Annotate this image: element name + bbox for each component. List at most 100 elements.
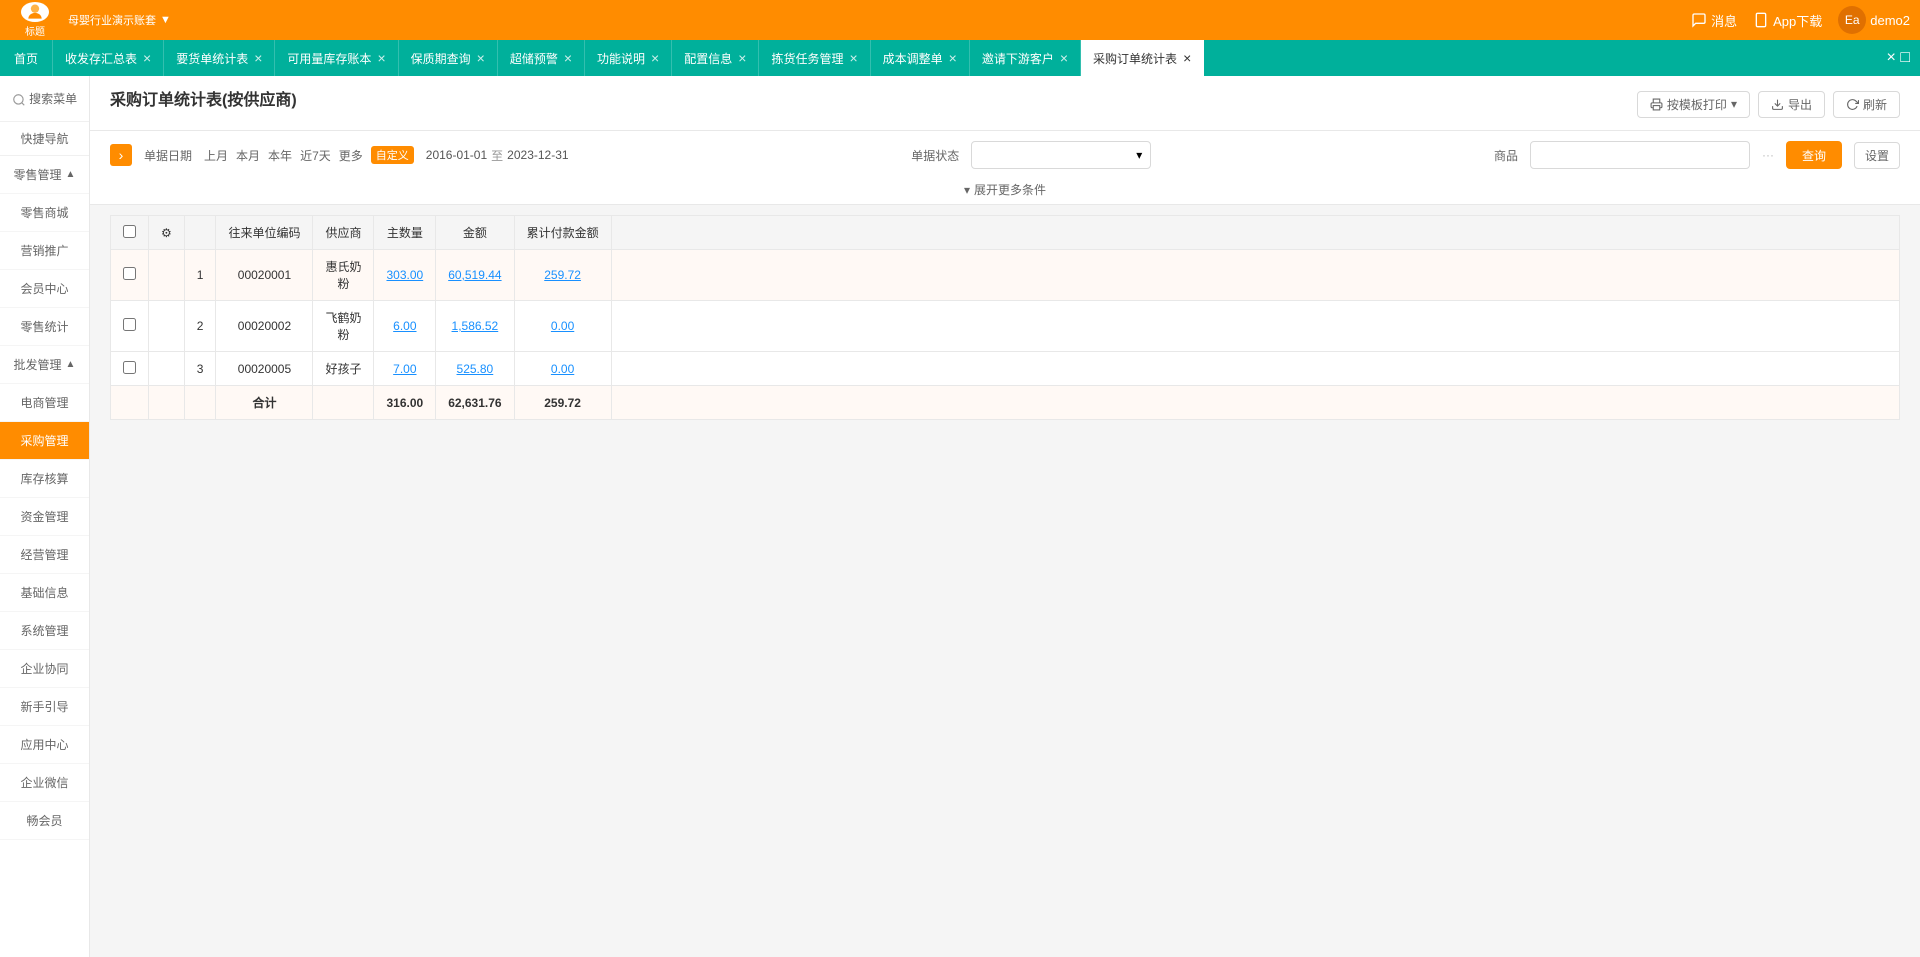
sidebar-item-lingshougaunli[interactable]: 零售管理▲ bbox=[0, 156, 89, 194]
refresh-btn[interactable]: 刷新 bbox=[1833, 91, 1900, 118]
nav-tab-chengben[interactable]: 成本调整单× bbox=[871, 40, 970, 76]
tab-close-chaochu[interactable]: × bbox=[564, 51, 572, 65]
nav-tab-caigouTongji[interactable]: 采购订单统计表× bbox=[1081, 40, 1204, 76]
row-checkbox[interactable] bbox=[111, 301, 149, 352]
export-btn[interactable]: 导出 bbox=[1758, 91, 1825, 118]
footer-amount: 62,631.76 bbox=[436, 386, 514, 420]
tab-close-caigouTongji[interactable]: × bbox=[1183, 51, 1191, 65]
search-menu-btn[interactable]: 搜索菜单 bbox=[8, 86, 81, 111]
window-close-btn[interactable]: × □ bbox=[1877, 40, 1920, 76]
sidebar-item-qiyexietong[interactable]: 企业协同 bbox=[0, 650, 89, 688]
sidebar-item-jingiyingguanli[interactable]: 经营管理 bbox=[0, 536, 89, 574]
sidebar-item-jiichuixnxi[interactable]: 基础信息 bbox=[0, 574, 89, 612]
row-quantity: 7.00 bbox=[374, 352, 436, 386]
table-row[interactable]: 200020002飞鹤奶粉6.001,586.520.00 bbox=[111, 301, 1900, 352]
select-all-checkbox[interactable] bbox=[123, 225, 136, 238]
status-select[interactable]: ▾ bbox=[971, 141, 1151, 169]
nav-tabs: 首页收发存汇总表×要货单统计表×可用量库存账本×保质期查询×超储预警×功能说明×… bbox=[0, 40, 1920, 76]
row-checkbox[interactable] bbox=[111, 250, 149, 301]
row-quantity-link[interactable]: 303.00 bbox=[386, 268, 423, 282]
logo: 标题 bbox=[10, 2, 60, 38]
sidebar-item-label-pifaguanli: 批发管理 bbox=[14, 356, 62, 373]
sidebar-item-yingxiaotuiguang[interactable]: 营销推广 bbox=[0, 232, 89, 270]
row-paid-link[interactable]: 0.00 bbox=[551, 319, 574, 333]
sidebar-item-zijinguanli[interactable]: 资金管理 bbox=[0, 498, 89, 536]
th-gear[interactable]: ⚙ bbox=[149, 216, 185, 250]
sidebar-item-caigouguanli[interactable]: 采购管理 bbox=[0, 422, 89, 460]
main-layout: 搜索菜单 快捷导航 零售管理▲零售商城营销推广会员中心零售统计批发管理▲ 电商管理… bbox=[0, 76, 1920, 957]
sidebar-item-lingshoushanghceng[interactable]: 零售商城 bbox=[0, 194, 89, 232]
sidebar-item-changhuyuan[interactable]: 畅会员 bbox=[0, 802, 89, 840]
row-checkbox-input[interactable] bbox=[123, 361, 136, 374]
sidebar-item-label-qiyexietong: 企业协同 bbox=[20, 660, 68, 677]
row-quantity-link[interactable]: 7.00 bbox=[393, 362, 416, 376]
sidebar-item-yingyongzhongxin[interactable]: 应用中心 bbox=[0, 726, 89, 764]
date-range-display: 2016-01-01 至 2023-12-31 bbox=[426, 147, 569, 164]
nav-tab-peizhi[interactable]: 配置信息× bbox=[672, 40, 759, 76]
row-checkbox-input[interactable] bbox=[123, 318, 136, 331]
sidebar-item-pifaguanli[interactable]: 批发管理▲ bbox=[0, 346, 89, 384]
nav-tab-home[interactable]: 首页 bbox=[0, 40, 53, 76]
shortcut-this-month[interactable]: 本月 bbox=[236, 147, 260, 164]
footer-extra bbox=[611, 386, 1899, 420]
table-row[interactable]: 300020005好孩子7.00525.800.00 bbox=[111, 352, 1900, 386]
tab-close-yaohuoDanTongji[interactable]: × bbox=[254, 51, 262, 65]
row-quantity-link[interactable]: 6.00 bbox=[393, 319, 416, 333]
nav-tab-gongneng[interactable]: 功能说明× bbox=[585, 40, 672, 76]
query-btn[interactable]: 查询 bbox=[1786, 141, 1842, 169]
row-num: 1 bbox=[184, 250, 216, 301]
user-avatar[interactable]: Ea demo2 bbox=[1838, 6, 1910, 34]
settings-btn[interactable]: 设置 bbox=[1854, 142, 1900, 169]
quick-nav-btn[interactable]: 快捷导航 bbox=[0, 122, 89, 156]
sidebar-item-dianshaogaunli[interactable]: 电商管理 bbox=[0, 384, 89, 422]
th-unit-code: 往来单位编码 bbox=[216, 216, 313, 250]
nav-tab-keyongLiangKucun[interactable]: 可用量库存账本× bbox=[275, 40, 398, 76]
nav-tab-tuohuoRenwu[interactable]: 拣货任务管理× bbox=[759, 40, 870, 76]
table-row[interactable]: 100020001惠氏奶粉303.0060,519.44259.72 bbox=[111, 250, 1900, 301]
nav-tab-shoufajuHuizong[interactable]: 收发存汇总表× bbox=[53, 40, 164, 76]
sidebar-item-kucunhejia[interactable]: 库存核算 bbox=[0, 460, 89, 498]
sidebar-item-lingshoutonji[interactable]: 零售统计 bbox=[0, 308, 89, 346]
row-amount-link[interactable]: 525.80 bbox=[457, 362, 494, 376]
tab-close-baozhi[interactable]: × bbox=[477, 51, 485, 65]
nav-tab-yaohuoDanTongji[interactable]: 要货单统计表× bbox=[164, 40, 275, 76]
sidebar-item-xinshouyindao[interactable]: 新手引导 bbox=[0, 688, 89, 726]
shortcut-more[interactable]: 更多 bbox=[339, 147, 363, 164]
expand-more-btn[interactable]: ▾ 展开更多条件 bbox=[964, 181, 1046, 198]
tab-close-shoufajuHuizong[interactable]: × bbox=[143, 51, 151, 65]
workspace-selector[interactable]: 母婴行业演示账套 ▼ bbox=[68, 12, 171, 28]
toggle-filter-btn[interactable]: › bbox=[110, 144, 132, 166]
sidebar-item-qiyeweixin[interactable]: 企业微信 bbox=[0, 764, 89, 802]
date-label: 单据日期 bbox=[144, 147, 192, 164]
th-num bbox=[184, 216, 216, 250]
tab-close-gongneng[interactable]: × bbox=[651, 51, 659, 65]
page-top-actions: 按模板打印 ▾ 导出 刷新 bbox=[1637, 91, 1900, 118]
sidebar-item-huiyuanzhongxin[interactable]: 会员中心 bbox=[0, 270, 89, 308]
sidebar-item-label-caigouguanli: 采购管理 bbox=[20, 432, 68, 449]
row-checkbox[interactable] bbox=[111, 352, 149, 386]
nav-tab-chaochu[interactable]: 超储预警× bbox=[498, 40, 585, 76]
shortcut-7-days[interactable]: 近7天 bbox=[300, 147, 331, 164]
nav-tab-baozhi[interactable]: 保质期查询× bbox=[399, 40, 498, 76]
nav-tab-yaoqing[interactable]: 邀请下游客户× bbox=[970, 40, 1081, 76]
sidebar-item-xitonggaunli[interactable]: 系统管理 bbox=[0, 612, 89, 650]
tab-close-keyongLiangKucun[interactable]: × bbox=[377, 51, 385, 65]
tab-close-peizhi[interactable]: × bbox=[738, 51, 746, 65]
sidebar-item-label-dianshaogaunli: 电商管理 bbox=[20, 394, 68, 411]
more-icon[interactable]: ··· bbox=[1762, 148, 1774, 162]
row-amount-link[interactable]: 60,519.44 bbox=[448, 268, 501, 282]
goods-input[interactable] bbox=[1530, 141, 1750, 169]
tab-close-chengben[interactable]: × bbox=[949, 51, 957, 65]
message-btn[interactable]: 消息 bbox=[1691, 11, 1737, 30]
tab-close-tuohuoRenwu[interactable]: × bbox=[849, 51, 857, 65]
app-download-btn[interactable]: App下载 bbox=[1753, 11, 1822, 30]
tab-close-yaoqing[interactable]: × bbox=[1060, 51, 1068, 65]
shortcut-last-month[interactable]: 上月 bbox=[204, 147, 228, 164]
shortcut-this-year[interactable]: 本年 bbox=[268, 147, 292, 164]
row-amount-link[interactable]: 1,586.52 bbox=[452, 319, 499, 333]
row-paid-link[interactable]: 259.72 bbox=[544, 268, 581, 282]
row-checkbox-input[interactable] bbox=[123, 267, 136, 280]
print-btn[interactable]: 按模板打印 ▾ bbox=[1637, 91, 1750, 118]
row-paid-link[interactable]: 0.00 bbox=[551, 362, 574, 376]
logo-text: 标题 bbox=[25, 23, 45, 38]
